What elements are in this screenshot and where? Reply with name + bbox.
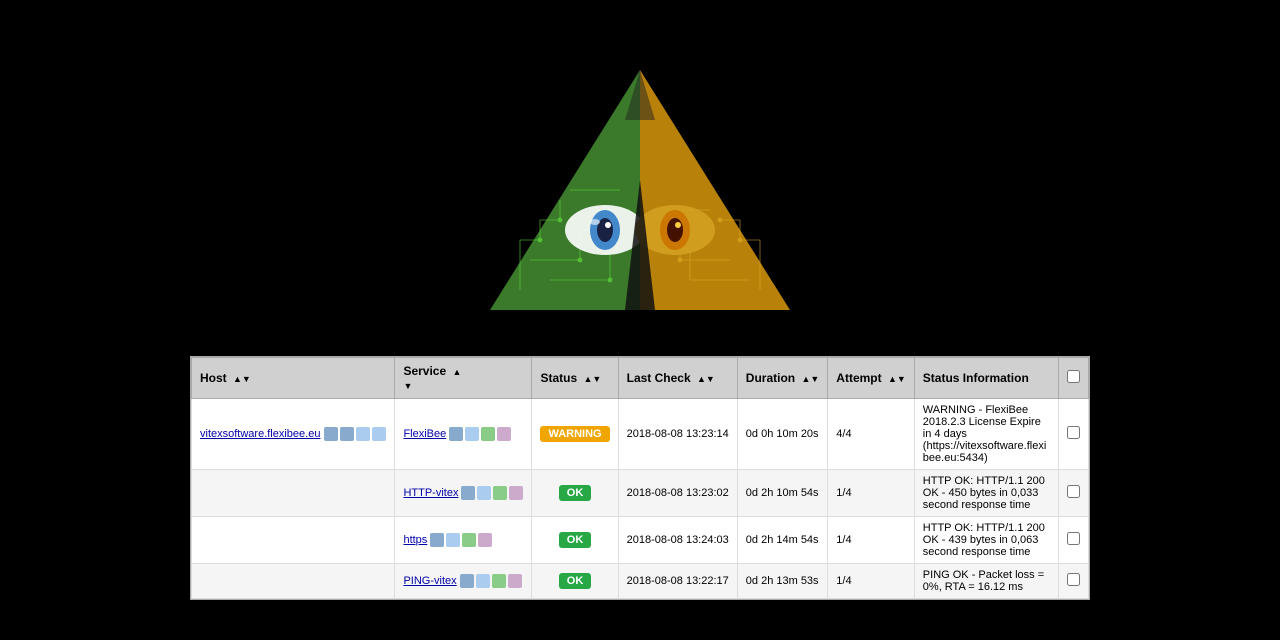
col-service-label: Service [403, 364, 446, 378]
col-host[interactable]: Host ▲▼ [192, 358, 395, 399]
cell-select[interactable] [1059, 399, 1089, 470]
cell-lastcheck: 2018-08-08 13:23:14 [618, 399, 737, 470]
col-statusinfo: Status Information [914, 358, 1058, 399]
service-action-icon[interactable] [497, 427, 511, 441]
cell-service: PING-vitex [395, 564, 532, 599]
host-name[interactable]: vitexsoftware.flexibee.eu [200, 428, 320, 440]
service-action-icon[interactable] [476, 574, 490, 588]
col-lastcheck-sort: ▲▼ [697, 374, 715, 384]
select-all-checkbox[interactable] [1067, 370, 1080, 383]
col-lastcheck-label: Last Check [627, 371, 691, 385]
cell-duration: 0d 2h 13m 53s [737, 564, 828, 599]
table-header-row: Host ▲▼ Service ▲ ▼ Status ▲▼ Last Check… [192, 358, 1089, 399]
col-duration-sort: ▲▼ [801, 374, 819, 384]
service-name[interactable]: HTTP-vitex [403, 487, 458, 499]
service-action-icon[interactable] [460, 574, 474, 588]
col-attempt[interactable]: Attempt ▲▼ [828, 358, 915, 399]
service-action-icon[interactable] [481, 427, 495, 441]
host-action-icon[interactable] [340, 427, 354, 441]
cell-service: FlexiBee [395, 399, 532, 470]
col-statusinfo-label: Status Information [923, 371, 1029, 385]
cell-lastcheck: 2018-08-08 13:23:02 [618, 470, 737, 517]
cell-statusinfo: HTTP OK: HTTP/1.1 200 OK - 439 bytes in … [914, 517, 1058, 564]
cell-duration: 0d 0h 10m 20s [737, 399, 828, 470]
cell-host: vitexsoftware.flexibee.eu [192, 399, 395, 470]
col-lastcheck[interactable]: Last Check ▲▼ [618, 358, 737, 399]
host-action-icon[interactable] [324, 427, 338, 441]
col-service[interactable]: Service ▲ ▼ [395, 358, 532, 399]
col-status[interactable]: Status ▲▼ [532, 358, 618, 399]
service-action-icon[interactable] [478, 533, 492, 547]
status-badge: OK [559, 573, 592, 589]
row-checkbox[interactable] [1067, 485, 1080, 498]
logo-svg [450, 60, 830, 320]
service-action-icon[interactable] [477, 486, 491, 500]
cell-select[interactable] [1059, 517, 1089, 564]
logo-container [450, 60, 830, 320]
row-checkbox[interactable] [1067, 573, 1080, 586]
table-row: HTTP-vitex OK 2018-08-08 13:23:020d 2h 10m… [192, 470, 1089, 517]
col-status-sort: ▲▼ [583, 374, 601, 384]
col-select-all[interactable] [1059, 358, 1089, 399]
service-action-icon[interactable] [446, 533, 460, 547]
cell-status: OK [532, 517, 618, 564]
service-action-icon[interactable] [492, 574, 506, 588]
host-graph-icon[interactable] [372, 427, 386, 441]
cell-status: OK [532, 564, 618, 599]
cell-attempt: 4/4 [828, 399, 915, 470]
table-row: https OK 2018-08-08 13:24:030d 2h 14m 54s1… [192, 517, 1089, 564]
col-duration[interactable]: Duration ▲▼ [737, 358, 828, 399]
cell-statusinfo: WARNING - FlexiBee 2018.2.3 License Expi… [914, 399, 1058, 470]
cell-statusinfo: PING OK - Packet loss = 0%, RTA = 16.12 … [914, 564, 1058, 599]
monitoring-table: Host ▲▼ Service ▲ ▼ Status ▲▼ Last Check… [190, 356, 1090, 600]
col-status-label: Status [540, 371, 577, 385]
service-action-icon[interactable] [462, 533, 476, 547]
cell-attempt: 1/4 [828, 517, 915, 564]
service-action-icon[interactable] [509, 486, 523, 500]
service-action-icon[interactable] [465, 427, 479, 441]
cell-service: https [395, 517, 532, 564]
cell-duration: 0d 2h 14m 54s [737, 517, 828, 564]
service-action-icon[interactable] [508, 574, 522, 588]
service-action-icon[interactable] [449, 427, 463, 441]
col-host-sort: ▲▼ [233, 374, 251, 384]
cell-host [192, 517, 395, 564]
cell-service: HTTP-vitex [395, 470, 532, 517]
cell-lastcheck: 2018-08-08 13:24:03 [618, 517, 737, 564]
status-badge: OK [559, 532, 592, 548]
col-service-sort: ▲ [453, 367, 462, 377]
col-attempt-sort: ▲▼ [888, 374, 906, 384]
service-action-icon[interactable] [461, 486, 475, 500]
cell-select[interactable] [1059, 470, 1089, 517]
status-badge: WARNING [540, 426, 609, 442]
cell-statusinfo: HTTP OK: HTTP/1.1 200 OK - 450 bytes in … [914, 470, 1058, 517]
cell-duration: 0d 2h 10m 54s [737, 470, 828, 517]
cell-status: WARNING [532, 399, 618, 470]
row-checkbox[interactable] [1067, 532, 1080, 545]
cell-attempt: 1/4 [828, 564, 915, 599]
service-action-icon[interactable] [430, 533, 444, 547]
service-name[interactable]: PING-vitex [403, 575, 456, 587]
cell-select[interactable] [1059, 564, 1089, 599]
service-name[interactable]: https [403, 534, 427, 546]
cell-lastcheck: 2018-08-08 13:22:17 [618, 564, 737, 599]
col-duration-label: Duration [746, 371, 795, 385]
table-row: vitexsoftware.flexibee.eu FlexiBee WARNING… [192, 399, 1089, 470]
cell-status: OK [532, 470, 618, 517]
status-badge: OK [559, 485, 592, 501]
host-graph-icon[interactable] [356, 427, 370, 441]
col-attempt-label: Attempt [836, 371, 881, 385]
service-name[interactable]: FlexiBee [403, 428, 446, 440]
cell-host [192, 564, 395, 599]
service-action-icon[interactable] [493, 486, 507, 500]
row-checkbox[interactable] [1067, 426, 1080, 439]
cell-attempt: 1/4 [828, 470, 915, 517]
cell-host [192, 470, 395, 517]
col-host-label: Host [200, 371, 227, 385]
table-row: PING-vitex OK 2018-08-08 13:22:170d 2h 13m… [192, 564, 1089, 599]
